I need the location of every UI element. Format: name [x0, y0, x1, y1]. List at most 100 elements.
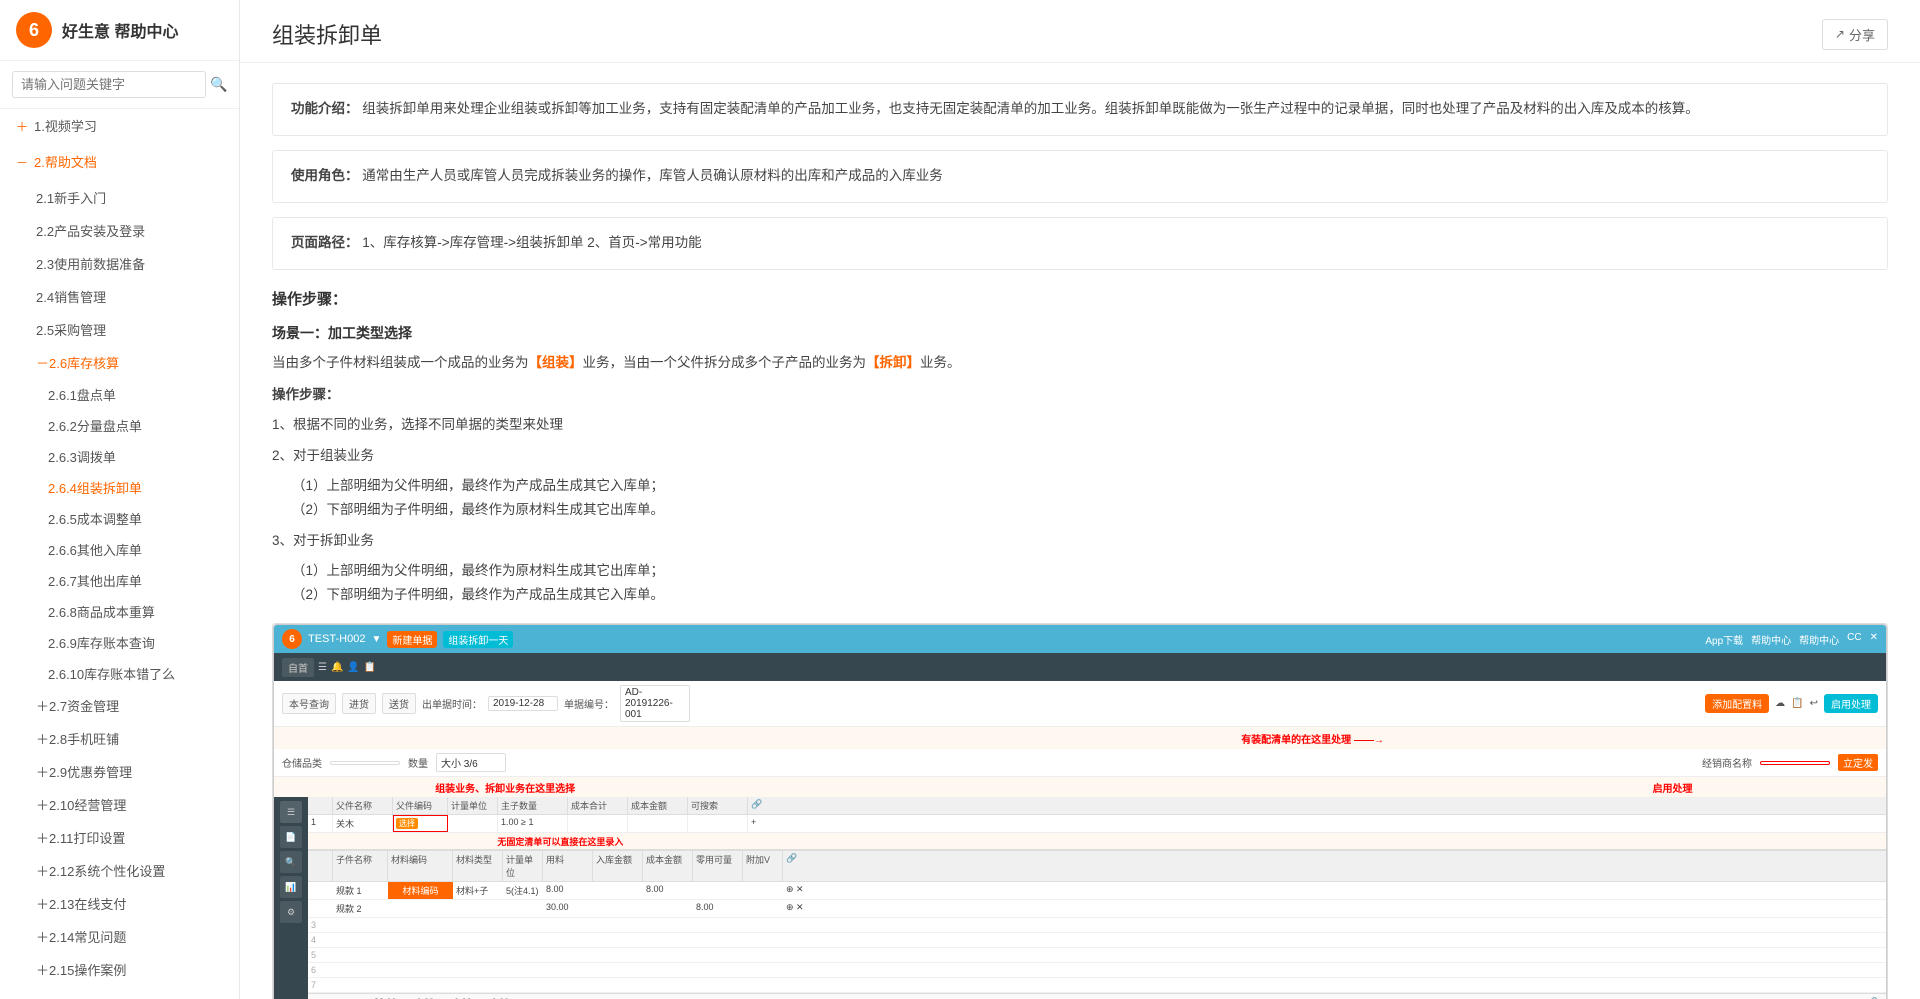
ss-btd-4: 5(注4.1)	[503, 882, 543, 899]
sidebar-item-assembly[interactable]: 2.6.4组装拆卸单	[0, 472, 239, 503]
ss-btd2-10[interactable]: ⊕ ✕	[783, 900, 811, 917]
sidebar-item-inbound[interactable]: 2.6.6其他入库单	[0, 534, 239, 565]
sidebar-item-outbound[interactable]: 2.6.7其他出库单	[0, 565, 239, 596]
ss-topbar-left: 6 TEST-H002 ▼ 新建单据 组装拆卸一天	[282, 629, 513, 649]
ss-confirm-btn[interactable]: 立定发	[1838, 754, 1878, 771]
sidebar-item-data[interactable]: 2.3使用前数据准备	[0, 247, 239, 280]
ss-btd3-10	[783, 918, 811, 932]
sidebar-item-stocktake[interactable]: 2.6.1盘点单	[0, 379, 239, 410]
main-content: 组装拆卸单 ↗ 分享 功能介绍： 组装拆卸单用来处理企业组装或拆卸等加工业务，支…	[240, 0, 1920, 999]
sidebar-item-payment[interactable]: ＋ 2.13在线支付	[0, 887, 239, 920]
expand-icon: ＋	[36, 696, 49, 715]
sidebar-item-print[interactable]: ＋ 2.11打印设置	[0, 821, 239, 854]
ss-version: ▼	[371, 634, 381, 645]
sidebar-item-sales[interactable]: 2.4销售管理	[0, 280, 239, 313]
ss-annotation-row1: 有装配清单的在这里处理 ——→	[274, 727, 1886, 749]
sidebar-item-purchase[interactable]: 2.5采购管理	[0, 313, 239, 346]
scene1-title: 场景一：加工类型选择	[272, 323, 1888, 343]
ss-td-action[interactable]: +	[748, 815, 776, 832]
step3-sub1: （1）上部明细为父件明细，最终作为原材料生成其它出库单；	[292, 559, 1888, 583]
sidebar-sub-label: 2.15操作案例	[49, 960, 126, 979]
sidebar-item-ops[interactable]: ＋ 2.10经营管理	[0, 788, 239, 821]
ss-icon-bar-item5[interactable]: ⚙	[280, 901, 302, 923]
share-button[interactable]: ↗ 分享	[1822, 19, 1888, 50]
ss-btd2-8: 8.00	[693, 900, 743, 917]
ss-date-field[interactable]: 2019-12-28	[488, 696, 558, 711]
ss-toolbar: 本号查询 进货 送货 出单据时间： 2019-12-28 单据编号： AD-20…	[274, 681, 1886, 727]
ss-nav-tab[interactable]: 组装拆卸一天	[443, 631, 513, 648]
ss-btd3-7	[643, 918, 693, 932]
sidebar-sub-label: 2.9优惠券管理	[49, 762, 132, 781]
sidebar-item-partial[interactable]: 2.6.2分量盘点单	[0, 410, 239, 441]
search-button[interactable]: 🔍	[210, 76, 227, 93]
ss-icon-bar-item[interactable]: ☰	[280, 801, 302, 823]
sidebar-item-cost[interactable]: 2.6.5成本调整单	[0, 503, 239, 534]
ss-topbar-right: App下载 帮助中心 帮助中心 CC ✕	[1705, 632, 1878, 647]
sidebar-item-coupon[interactable]: ＋ 2.9优惠券管理	[0, 755, 239, 788]
ss-icon-bar-item3[interactable]: 🔍	[280, 851, 302, 873]
sidebar-item-settings[interactable]: ＋ 2.12系统个性化设置	[0, 854, 239, 887]
ss-th-5: 成本合计	[568, 797, 628, 814]
ss-app-download: App下载	[1705, 632, 1743, 647]
sidebar-item-inventory[interactable]: － 2.6库存核算	[0, 346, 239, 379]
ss-icon-bar-item4[interactable]: 📊	[280, 876, 302, 898]
ss-btn-type[interactable]: 本号查询	[282, 693, 336, 714]
search-box[interactable]: 🔍	[0, 61, 239, 109]
sidebar-item-docs[interactable]: － 2.帮助文档	[0, 145, 239, 181]
ss-icon-bar-item2[interactable]: 📄	[280, 826, 302, 848]
sidebar-item-costrecalc[interactable]: 2.6.8商品成本重算	[0, 596, 239, 627]
annotation-assembly-list: 有装配清单的在这里处理 ——→	[1241, 731, 1384, 746]
ss-content-area: 父件名称 父件编码 计量单位 主子数量 成本合计 成本金额 可搜索 🔗 1	[308, 797, 1886, 999]
ss-brow3: 3	[308, 918, 1886, 933]
ss-left-icon-bar: ☰ 📄 🔍 📊 ⚙	[274, 797, 308, 999]
expand-icon: ＋	[36, 894, 49, 913]
ss-annotation-row3: 无固定清单可以直接在这里录入	[308, 833, 1886, 849]
sidebar-item-ledger[interactable]: 2.6.9库存账本查询	[0, 627, 239, 658]
ss-td-code[interactable]: 选择	[393, 815, 448, 832]
ss-brow4: 4	[308, 933, 1886, 948]
ss-supplier-field[interactable]	[1760, 761, 1830, 765]
ss-supplier-label: 经销商名称	[1702, 755, 1752, 770]
ss-bth-0	[308, 851, 333, 881]
sidebar-subsub-label: 2.6.1盘点单	[48, 388, 116, 403]
ss-user: CC	[1847, 632, 1861, 647]
ss-btn-outbound[interactable]: 送货	[382, 693, 416, 714]
ss-btd2-5: 30.00	[543, 900, 593, 917]
sidebar-item-funds[interactable]: ＋ 2.7资金管理	[0, 689, 239, 722]
ss-btd3-2	[388, 918, 453, 932]
sidebar-item-faq[interactable]: ＋ 2.14常见问题	[0, 920, 239, 953]
sidebar-item-newbie[interactable]: 2.1新手入门	[0, 181, 239, 214]
ss-warehouse-field[interactable]	[330, 761, 400, 765]
ss-btn-inbound[interactable]: 进货	[342, 693, 376, 714]
sidebar-item-video[interactable]: ＋ 1.视频学习	[0, 109, 239, 145]
sidebar-item-transfer[interactable]: 2.6.3调拨单	[0, 441, 239, 472]
ss-docno-field[interactable]: AD-20191226-001	[620, 685, 690, 722]
search-input[interactable]	[12, 71, 206, 98]
expand-icon: ＋	[36, 795, 49, 814]
collapse-icon: －	[36, 353, 49, 372]
ss-btd-10[interactable]: ⊕ ✕	[783, 882, 811, 899]
ss-btd5-0: 5	[308, 948, 333, 962]
sidebar-item-install[interactable]: 2.2产品安装及登录	[0, 214, 239, 247]
sidebar-item-mobile[interactable]: ＋ 2.8手机旺铺	[0, 722, 239, 755]
sidebar-header: 6 好生意 帮助中心	[0, 0, 239, 61]
sidebar-item-ledgererror[interactable]: 2.6.10库存账本错了么	[0, 658, 239, 689]
ss-bth-6: 入库金额	[593, 851, 643, 881]
ss-btd3-5	[543, 918, 593, 932]
ss-sub-nav-item[interactable]: 自首	[282, 658, 314, 677]
ss-btd-9	[743, 882, 783, 899]
ss-main-area: ☰ 📄 🔍 📊 ⚙ 父件名称 父件编码 计量单位	[274, 797, 1886, 999]
ss-assembly-list-btn[interactable]: 添加配置料	[1705, 694, 1769, 713]
role-text: 通常由生产人员或库管人员完成拆装业务的操作，库管人员确认原材料的出库和产成品的入…	[362, 168, 943, 183]
ss-close[interactable]: ✕	[1870, 632, 1878, 647]
ss-brow2: 规款 2 30.00 8.00 ⊕ ✕	[308, 900, 1886, 918]
ss-new-doc-btn[interactable]: 新建单据	[387, 631, 437, 648]
sidebar-sub-label: 2.14常见问题	[49, 927, 126, 946]
ss-btd2-3	[453, 900, 503, 917]
ss-sub-nav-icon2: 🔔	[331, 662, 343, 673]
ss-bth-8: 零用可量	[693, 851, 743, 881]
sidebar-item-cases[interactable]: ＋ 2.15操作案例	[0, 953, 239, 986]
ss-btd2-1: 规款 2	[333, 900, 388, 917]
ss-qty-field[interactable]: 大小 3/6	[436, 753, 506, 772]
ss-enable-btn[interactable]: 启用处理	[1824, 694, 1878, 713]
